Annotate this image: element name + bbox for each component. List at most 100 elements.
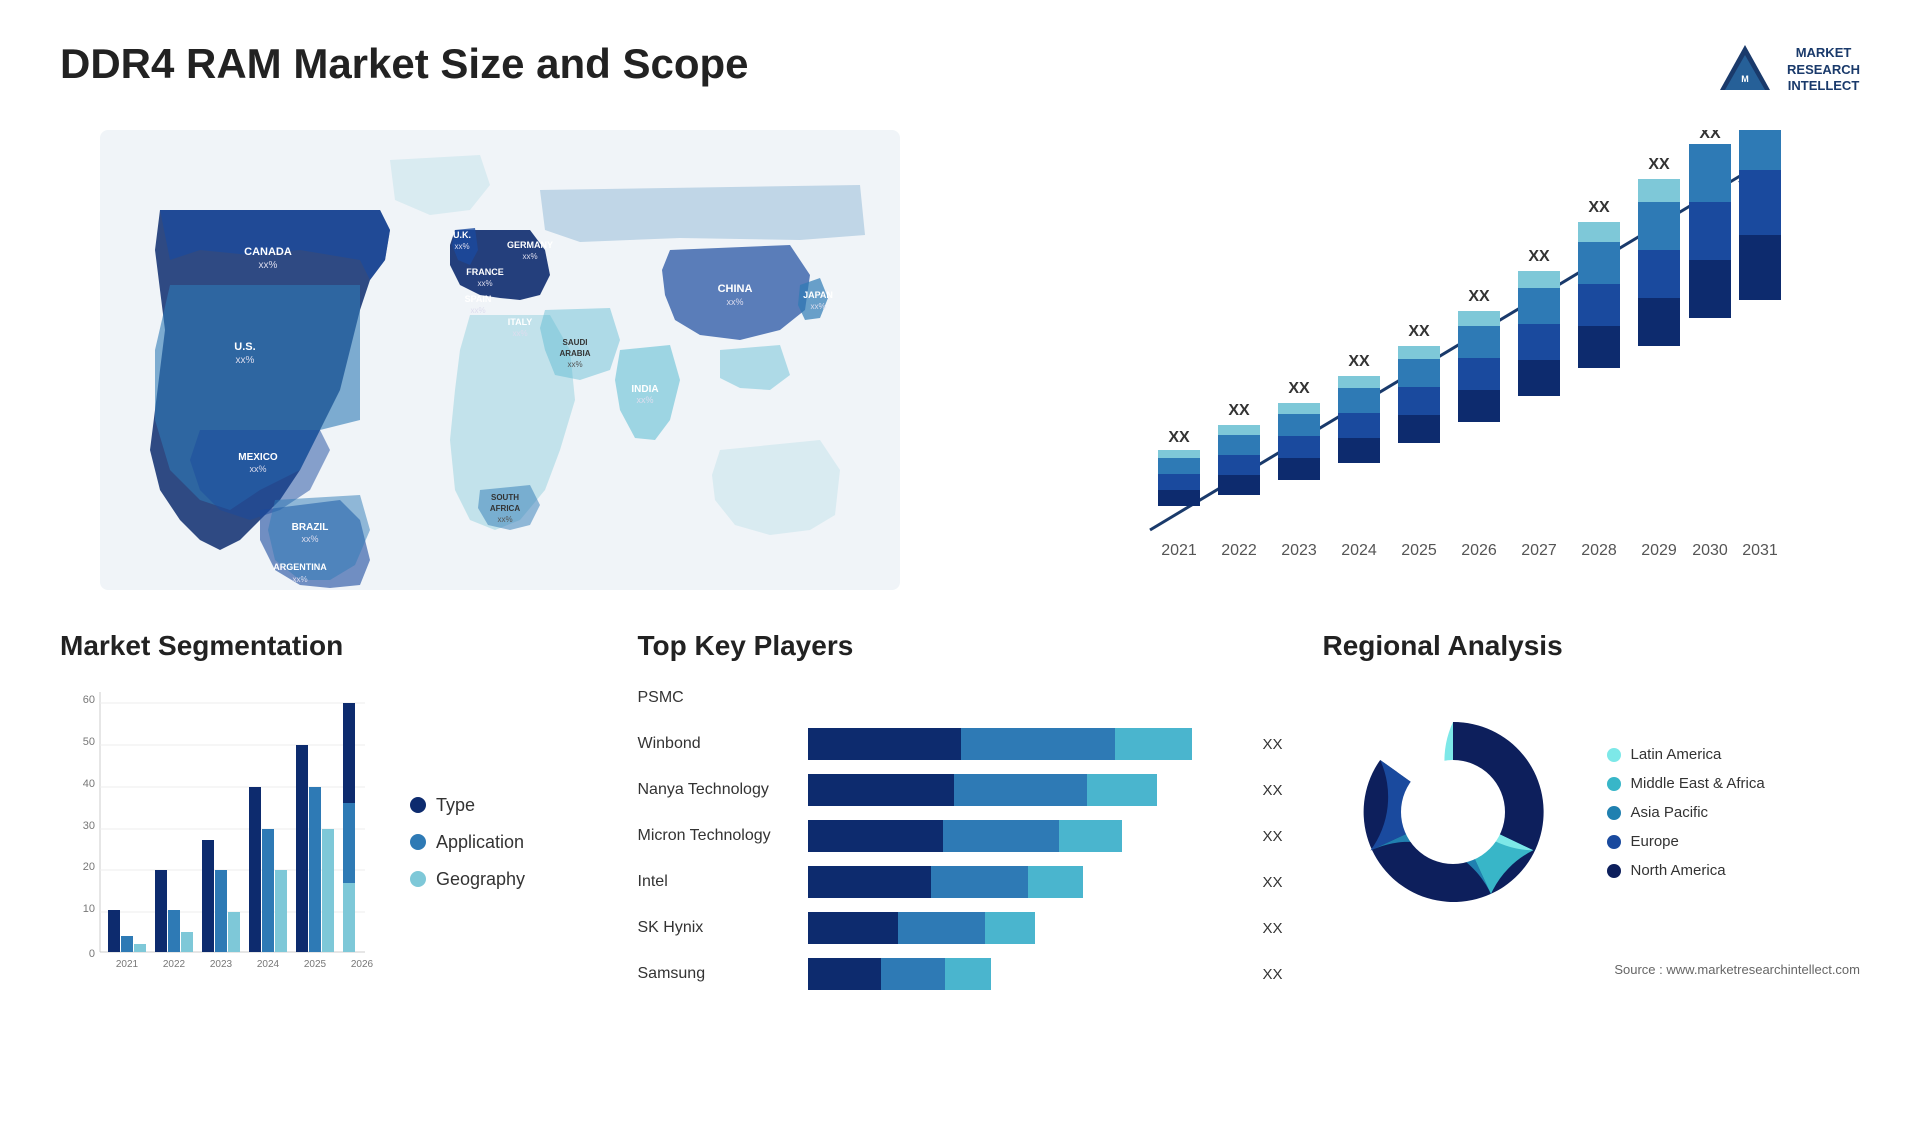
svg-text:CANADA: CANADA xyxy=(244,246,292,258)
source-text: Source : www.marketresearchintellect.com xyxy=(1323,962,1861,977)
svg-text:U.S.: U.S. xyxy=(234,341,255,353)
svg-text:BRAZIL: BRAZIL xyxy=(292,522,329,533)
svg-text:ARABIA: ARABIA xyxy=(559,349,590,358)
svg-text:xx%: xx% xyxy=(810,302,825,311)
svg-text:JAPAN: JAPAN xyxy=(803,290,833,300)
samsung-xx: XX xyxy=(1262,966,1282,983)
winbond-xx: XX xyxy=(1262,736,1282,753)
svg-text:SAUDI: SAUDI xyxy=(563,338,588,347)
regional-legend: Latin America Middle East & Africa Asia … xyxy=(1607,746,1765,879)
top-section: CANADA xx% U.S. xx% MEXICO xx% BRAZIL xx… xyxy=(60,130,1860,590)
svg-text:xx%: xx% xyxy=(497,515,512,524)
type-dot xyxy=(410,797,426,813)
intel-name: Intel xyxy=(638,873,798,891)
player-micron: Micron Technology XX xyxy=(638,820,1283,852)
geography-label: Geography xyxy=(436,869,525,890)
geography-dot xyxy=(410,871,426,887)
player-skhynix: SK Hynix XX xyxy=(638,912,1283,944)
svg-text:GERMANY: GERMANY xyxy=(507,240,553,250)
legend-asia-pacific: Asia Pacific xyxy=(1607,804,1765,821)
svg-text:XX: XX xyxy=(1288,380,1310,397)
svg-text:SPAIN: SPAIN xyxy=(465,294,492,304)
legend-application: Application xyxy=(410,832,525,853)
samsung-bar xyxy=(808,958,1245,990)
legend-europe: Europe xyxy=(1607,833,1765,850)
svg-text:XX: XX xyxy=(1228,402,1250,419)
nanya-bar xyxy=(808,774,1245,806)
player-intel: Intel XX xyxy=(638,866,1283,898)
svg-text:xx%: xx% xyxy=(522,252,537,261)
asia-pacific-label: Asia Pacific xyxy=(1631,804,1709,821)
logo-icon: M xyxy=(1715,40,1775,100)
donut-area: Latin America Middle East & Africa Asia … xyxy=(1323,682,1861,942)
nanya-xx: XX xyxy=(1262,782,1282,799)
svg-text:2029: 2029 xyxy=(1641,542,1677,559)
latin-america-dot xyxy=(1607,748,1621,762)
legend-middle-east: Middle East & Africa xyxy=(1607,775,1765,792)
svg-text:XX: XX xyxy=(1168,429,1190,446)
psmc-name: PSMC xyxy=(638,689,798,707)
svg-text:xx%: xx% xyxy=(454,242,469,251)
winbond-name: Winbond xyxy=(638,735,798,753)
svg-text:xx%: xx% xyxy=(292,575,307,584)
growth-chart-svg: XX XX XX XX xyxy=(980,130,1860,590)
svg-text:2025: 2025 xyxy=(304,959,327,970)
svg-text:ITALY: ITALY xyxy=(508,317,533,327)
legend-latin-america: Latin America xyxy=(1607,746,1765,763)
regional-panel: Regional Analysis xyxy=(1323,630,1861,1004)
svg-text:XX: XX xyxy=(1699,130,1721,142)
micron-bar xyxy=(808,820,1245,852)
type-label: Type xyxy=(436,795,475,816)
svg-text:XX: XX xyxy=(1648,156,1670,173)
legend-type: Type xyxy=(410,795,525,816)
segmentation-chart-area: 0 10 20 30 40 50 60 xyxy=(60,682,598,1002)
segmentation-title: Market Segmentation xyxy=(60,630,598,662)
player-psmc: PSMC xyxy=(638,682,1283,714)
segmentation-panel: Market Segmentation 0 10 20 30 40 50 60 xyxy=(60,630,598,1004)
svg-text:M: M xyxy=(1741,74,1749,84)
middle-east-dot xyxy=(1607,777,1621,791)
bottom-section: Market Segmentation 0 10 20 30 40 50 60 xyxy=(60,630,1860,1004)
europe-label: Europe xyxy=(1631,833,1679,850)
svg-text:xx%: xx% xyxy=(301,534,318,544)
segmentation-legend: Type Application Geography xyxy=(410,795,525,890)
svg-text:SOUTH: SOUTH xyxy=(491,493,519,502)
svg-text:60: 60 xyxy=(83,694,95,706)
player-samsung: Samsung XX xyxy=(638,958,1283,990)
samsung-name: Samsung xyxy=(638,965,798,983)
nanya-name: Nanya Technology xyxy=(638,781,798,799)
svg-text:2021: 2021 xyxy=(1161,542,1197,559)
psmc-bar xyxy=(808,682,1283,714)
svg-text:xx%: xx% xyxy=(512,329,527,338)
svg-text:xx%: xx% xyxy=(636,395,653,405)
logo-area: M MARKET RESEARCH INTELLECT xyxy=(1715,40,1860,100)
winbond-bar xyxy=(808,728,1245,760)
player-nanya: Nanya Technology XX xyxy=(638,774,1283,806)
svg-text:10: 10 xyxy=(83,903,95,915)
svg-text:AFRICA: AFRICA xyxy=(490,504,520,513)
svg-text:2030: 2030 xyxy=(1692,542,1728,559)
players-panel: Top Key Players PSMC Winbond XX xyxy=(638,630,1283,1004)
intel-xx: XX xyxy=(1262,874,1282,891)
map-svg: CANADA xx% U.S. xx% MEXICO xx% BRAZIL xx… xyxy=(60,130,940,590)
page: DDR4 RAM Market Size and Scope M MARKET … xyxy=(0,0,1920,1146)
svg-text:50: 50 xyxy=(83,736,95,748)
svg-text:2023: 2023 xyxy=(1281,542,1317,559)
header: DDR4 RAM Market Size and Scope M MARKET … xyxy=(60,40,1860,100)
svg-text:XX: XX xyxy=(1468,288,1490,305)
intel-bar xyxy=(808,866,1245,898)
application-label: Application xyxy=(436,832,524,853)
player-winbond: Winbond XX xyxy=(638,728,1283,760)
svg-text:INDIA: INDIA xyxy=(631,384,658,395)
svg-text:2027: 2027 xyxy=(1521,542,1557,559)
legend-north-america: North America xyxy=(1607,862,1765,879)
svg-text:xx%: xx% xyxy=(726,297,743,307)
svg-text:20: 20 xyxy=(83,861,95,873)
svg-text:2022: 2022 xyxy=(1221,542,1257,559)
svg-text:30: 30 xyxy=(83,820,95,832)
svg-text:xx%: xx% xyxy=(567,360,582,369)
europe-dot xyxy=(1607,835,1621,849)
svg-text:2028: 2028 xyxy=(1581,542,1617,559)
svg-text:2023: 2023 xyxy=(210,959,233,970)
growth-chart: XX XX XX XX xyxy=(980,130,1860,590)
